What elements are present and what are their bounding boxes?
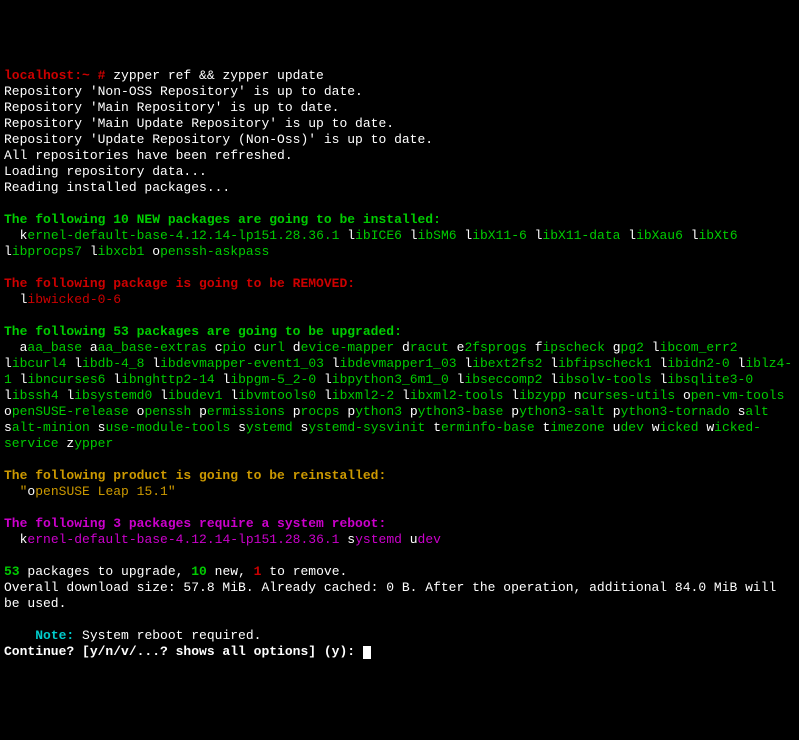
note-text: System reboot required.	[74, 628, 261, 643]
cursor	[363, 646, 371, 659]
new-packages-header: The following 10 NEW packages are going …	[4, 212, 441, 227]
upgrade-package-list: aaa_base aaa_base-extras cpio curl devic…	[4, 340, 792, 451]
reboot-package-list: kernel-default-base-4.12.14-lp151.28.36.…	[4, 532, 441, 547]
note-label: Note:	[4, 628, 74, 643]
terminal-output: localhost:~ # zypper ref && zypper updat…	[4, 68, 795, 660]
shell-prompt: localhost:~ #	[4, 68, 105, 83]
new-package-list: kernel-default-base-4.12.14-lp151.28.36.…	[4, 228, 745, 259]
product-header: The following product is going to be rei…	[4, 468, 386, 483]
remove-packages-header: The following package is going to be REM…	[4, 276, 355, 291]
shell-command: zypper ref && zypper update	[105, 68, 323, 83]
upgrade-packages-header: The following 53 packages are going to b…	[4, 324, 402, 339]
remove-package-list: libwicked-0-6	[4, 292, 121, 307]
reboot-packages-header: The following 3 packages require a syste…	[4, 516, 386, 531]
continue-prompt[interactable]: Continue? [y/n/v/...? shows all options]…	[4, 644, 363, 659]
